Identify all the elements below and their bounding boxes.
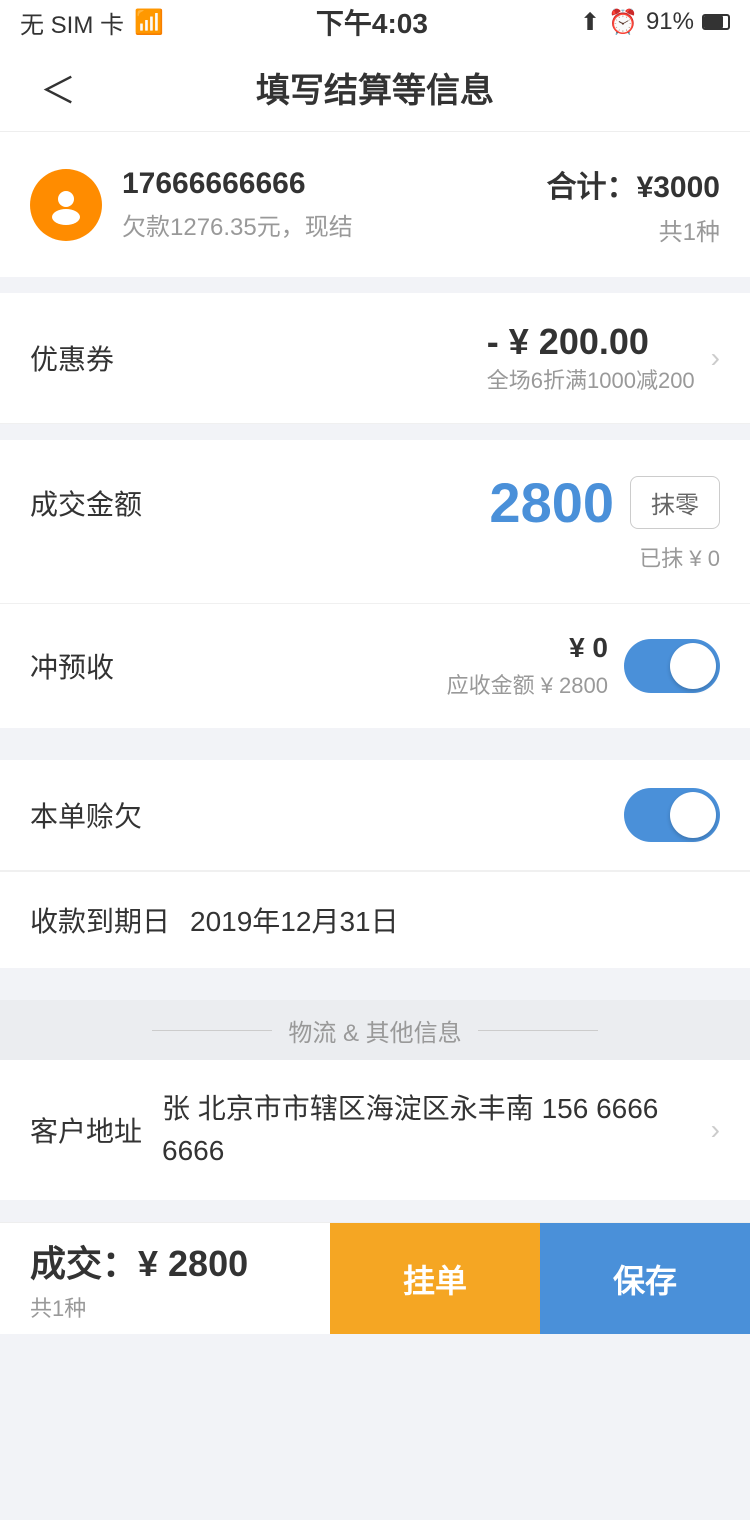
precharge-amount: ¥ 0 [447,632,608,664]
round-button[interactable]: 抹零 [630,476,720,529]
debt-section: 本单赊欠 [0,760,750,871]
section-divider-2 [0,728,750,744]
total-count: 共1种 [547,212,720,247]
status-bar: 无 SIM 卡 📶 下午4:03 ⬆ ⏰ 91% [0,0,750,44]
deal-sub: 已抹 ¥ 0 [30,541,720,573]
precharge-amount-group: ¥ 0 应收金额 ¥ 2800 [447,632,608,700]
status-right: ⬆ ⏰ 91% [580,8,730,37]
duedate-section: 收款到期日 2019年12月31日 [0,871,750,968]
total-label: 合计： [547,171,637,204]
location-icon: ⬆ [580,8,600,37]
customer-phone: 17666666666 [122,167,353,201]
bottom-bar: 成交：¥ 2800 共1种 挂单 保存 [0,1222,750,1334]
bottom-buttons: 挂单 保存 [330,1223,750,1334]
toggle-circle [670,643,716,689]
debt-toggle-circle [670,792,716,838]
avatar [30,169,102,241]
debt-label: 本单赊欠 [30,795,142,835]
logistics-text: 物流 & 其他信息 [152,1013,597,1048]
save-button[interactable]: 保存 [540,1223,750,1334]
status-left: 无 SIM 卡 📶 [20,5,164,40]
address-value: 张 北京市市辖区海淀区永丰南 156 6666 6666 [162,1088,691,1172]
battery-text: 91% [646,8,694,36]
customer-left: 17666666666 欠款1276.35元，现结 [30,167,353,242]
precharge-right: ¥ 0 应收金额 ¥ 2800 [447,632,720,700]
coupon-right: - ¥ 200.00 全场6折满1000减200 › [487,321,720,395]
bottom-count: 共1种 [30,1291,300,1323]
address-chevron-icon: › [711,1114,720,1146]
chevron-right-icon: › [711,342,720,374]
hold-button[interactable]: 挂单 [330,1223,540,1334]
total-value: ¥3000 [637,171,720,204]
page-title: 填写结算等信息 [256,63,494,112]
nav-bar: ＜ 填写结算等信息 [0,44,750,132]
bottom-deal-label: 成交： [30,1243,138,1284]
customer-right: 合计：¥3000 共1种 [547,162,720,247]
bottom-deal-amount: ¥ 2800 [138,1243,248,1284]
deal-section: 成交金额 2800 抹零 已抹 ¥ 0 [0,440,750,603]
coupon-description: 全场6折满1000减200 [487,363,695,395]
address-section[interactable]: 客户地址 张 北京市市辖区海淀区永丰南 156 6666 6666 › [0,1060,750,1200]
deal-right-group: 2800 抹零 [489,470,720,535]
precharge-section: 冲预收 ¥ 0 应收金额 ¥ 2800 [0,603,750,728]
customer-card: 17666666666 欠款1276.35元，现结 合计：¥3000 共1种 [0,132,750,277]
deal-label: 成交金额 [30,483,142,523]
customer-info: 17666666666 欠款1276.35元，现结 [122,167,353,242]
logistics-divider: 物流 & 其他信息 [0,1000,750,1060]
sim-text: 无 SIM 卡 [20,5,124,40]
customer-debt: 欠款1276.35元，现结 [122,207,353,242]
coupon-row[interactable]: 优惠券 - ¥ 200.00 全场6折满1000减200 › [0,293,750,424]
status-time: 下午4:03 [316,2,428,42]
duedate-label: 收款到期日 [30,900,170,940]
coupon-amount: - ¥ 200.00 [487,321,695,363]
battery-icon [702,14,730,30]
wifi-icon: 📶 [134,8,164,37]
section-divider-3 [0,968,750,984]
bottom-summary: 成交：¥ 2800 共1种 [0,1235,330,1323]
address-label: 客户地址 [30,1110,142,1150]
section-divider-1 [0,424,750,440]
debt-toggle[interactable] [624,788,720,842]
precharge-sub: 应收金额 ¥ 2800 [447,668,608,700]
coupon-label: 优惠券 [30,338,114,378]
back-button[interactable]: ＜ [30,52,86,124]
deal-row: 成交金额 2800 抹零 [30,470,720,535]
precharge-toggle[interactable] [624,639,720,693]
duedate-value: 2019年12月31日 [190,900,399,940]
bottom-deal: 成交：¥ 2800 [30,1235,300,1287]
total-amount: 合计：¥3000 [547,162,720,206]
precharge-label: 冲预收 [30,646,114,686]
deal-amount: 2800 [489,470,614,535]
alarm-icon: ⏰ [608,8,638,37]
